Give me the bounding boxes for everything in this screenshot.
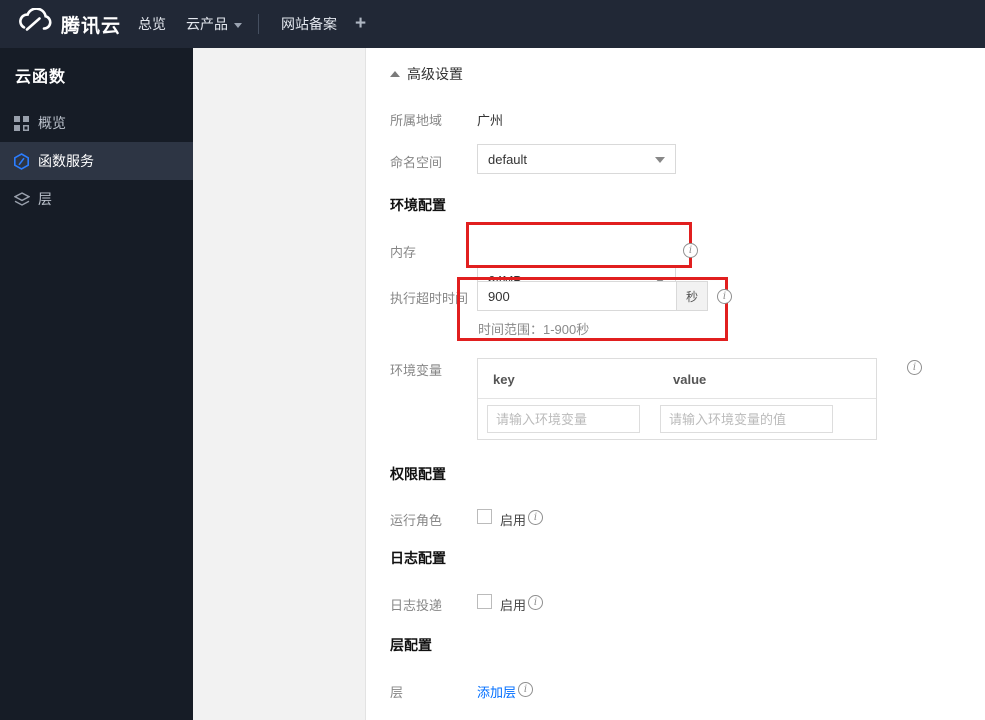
tencent-cloud-console: 腾讯云 总览 云产品 网站备案 + 云函数 概览 函数服务 层 高级设置 所属地… [0, 0, 985, 720]
sidebar-menu: 概览 函数服务 层 [0, 104, 193, 218]
nav-item-website-beian[interactable]: 网站备案 [281, 0, 337, 48]
region-label: 所属地域 [390, 113, 443, 128]
sidebar-item-label: 层 [38, 191, 52, 207]
grid-icon [13, 115, 30, 132]
memory-info-icon[interactable] [683, 243, 698, 258]
env-vars-table: key value [477, 358, 877, 440]
background-panel [193, 48, 366, 720]
run-role-label: 运行角色 [390, 513, 443, 528]
sidebar-item-label: 函数服务 [38, 153, 94, 169]
run-role-info-icon[interactable] [528, 510, 543, 525]
timeout-input-group: 秒 [477, 281, 708, 311]
triangle-up-icon [390, 71, 400, 77]
log-delivery-checkbox[interactable] [477, 594, 492, 609]
plus-icon: + [355, 13, 367, 34]
sidebar-item-label: 概览 [38, 115, 66, 131]
memory-label: 内存 [390, 245, 417, 260]
hexagon-function-icon [13, 152, 30, 170]
env-vars-table-header: key value [478, 359, 876, 399]
nav-item-cloud-products[interactable]: 云产品 [186, 0, 242, 48]
log-delivery-label: 日志投递 [390, 598, 443, 613]
brand-name: 腾讯云 [61, 15, 122, 37]
sidebar-item-overview[interactable]: 概览 [0, 104, 193, 142]
layers-icon [13, 191, 30, 208]
add-tab-button[interactable]: + [355, 0, 366, 48]
log-config-section-title: 日志配置 [390, 550, 446, 566]
namespace-label: 命名空间 [390, 155, 443, 170]
chevron-down-icon [655, 157, 665, 163]
perm-config-section-title: 权限配置 [390, 466, 446, 482]
brand-logo[interactable]: 腾讯云 [16, 0, 121, 48]
env-key-input[interactable] [487, 405, 640, 433]
timeout-input[interactable] [477, 281, 677, 311]
timeout-info-icon[interactable] [717, 289, 732, 304]
namespace-select[interactable]: default [477, 144, 676, 174]
annotation-box-memory [466, 222, 692, 268]
env-value-column-header: value [673, 372, 707, 387]
cloud-logo-icon [16, 7, 52, 40]
layer-label: 层 [390, 685, 404, 700]
nav-item-overview[interactable]: 总览 [138, 0, 166, 48]
nav-overview-label: 总览 [138, 16, 166, 32]
function-config-form: 高级设置 所属地域 广州 命名空间 default 环境配置 内存 64MB 执… [366, 48, 985, 720]
env-vars-info-icon[interactable] [907, 360, 922, 375]
advanced-settings-toggle[interactable]: 高级设置 [390, 64, 463, 84]
chevron-down-icon [234, 22, 242, 28]
region-value: 广州 [477, 113, 504, 128]
timeout-hint: 时间范围：1-900秒 [478, 322, 590, 337]
run-role-checkbox[interactable] [477, 509, 492, 524]
log-delivery-enable-label: 启用 [500, 598, 527, 613]
nav-beian-label: 网站备案 [281, 16, 337, 32]
sidebar-title: 云函数 [15, 69, 67, 86]
add-layer-link[interactable]: 添加层 [477, 682, 516, 701]
env-vars-input-row [478, 399, 876, 440]
env-key-column-header: key [493, 372, 515, 387]
add-layer-info-icon[interactable] [518, 682, 533, 697]
env-config-section-title: 环境配置 [390, 197, 446, 213]
env-value-input[interactable] [660, 405, 833, 433]
advanced-settings-label: 高级设置 [407, 66, 463, 82]
run-role-enable-label: 启用 [500, 513, 527, 528]
top-navbar: 腾讯云 总览 云产品 网站备案 + [0, 0, 985, 48]
sidebar: 云函数 概览 函数服务 层 [0, 48, 193, 720]
sidebar-item-layers[interactable]: 层 [0, 180, 193, 218]
namespace-selected-value: default [488, 151, 528, 167]
nav-divider [258, 14, 259, 34]
env-vars-label: 环境变量 [390, 363, 443, 378]
layer-config-section-title: 层配置 [390, 637, 432, 653]
timeout-unit-addon: 秒 [677, 281, 708, 311]
log-delivery-info-icon[interactable] [528, 595, 543, 610]
nav-products-label: 云产品 [186, 16, 228, 32]
timeout-label: 执行超时时间 [390, 291, 469, 306]
sidebar-item-function-service[interactable]: 函数服务 [0, 142, 193, 180]
